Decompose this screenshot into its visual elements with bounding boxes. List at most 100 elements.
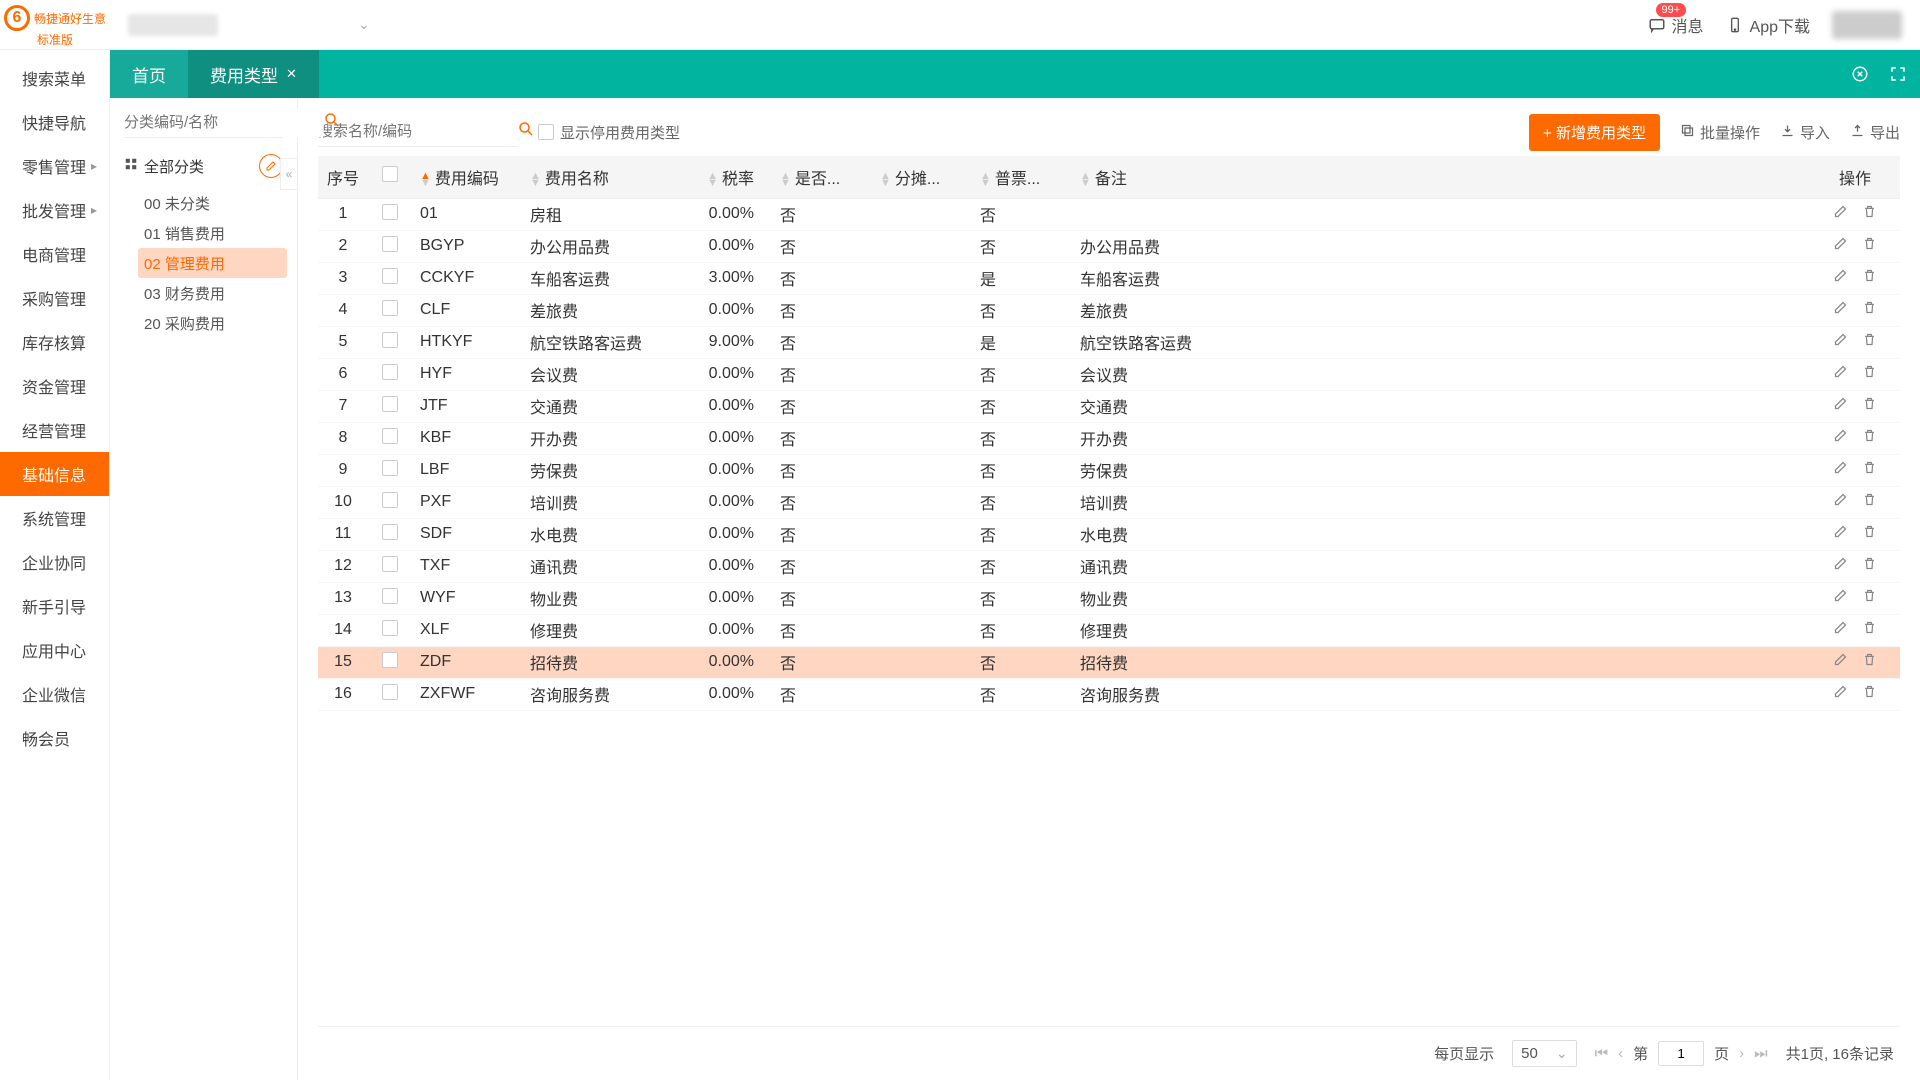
cell-checkbox[interactable] xyxy=(368,486,412,518)
table-row[interactable]: 6HYF会议费0.00%否否会议费 xyxy=(318,358,1900,390)
import-button[interactable]: 导入 xyxy=(1780,122,1830,143)
tab-close-all-button[interactable] xyxy=(1846,60,1874,88)
show-disabled-checkbox[interactable]: 显示停用费用类型 xyxy=(538,122,680,143)
sidebar-item[interactable]: 搜索菜单 xyxy=(0,56,109,100)
sidebar-item[interactable]: 资金管理 xyxy=(0,364,109,408)
cell-checkbox[interactable] xyxy=(368,262,412,294)
row-edit-button[interactable] xyxy=(1833,524,1848,544)
first-page-button[interactable]: ⏮ xyxy=(1595,1045,1609,1062)
search-icon[interactable] xyxy=(517,120,535,143)
row-delete-button[interactable] xyxy=(1862,268,1877,288)
page-input[interactable] xyxy=(1658,1041,1704,1066)
cell-checkbox[interactable] xyxy=(368,230,412,262)
sidebar-item[interactable]: 经营管理 xyxy=(0,408,109,452)
row-delete-button[interactable] xyxy=(1862,684,1877,704)
messages-button[interactable]: 99+ 消息 xyxy=(1648,13,1704,37)
cell-checkbox[interactable] xyxy=(368,582,412,614)
batch-action-button[interactable]: 批量操作 xyxy=(1680,122,1760,143)
row-delete-button[interactable] xyxy=(1862,204,1877,224)
table-row[interactable]: 15ZDF招待费0.00%否否招待费 xyxy=(318,646,1900,678)
table-row[interactable]: 16ZXFWF咨询服务费0.00%否否咨询服务费 xyxy=(318,678,1900,710)
th-remark[interactable]: ▲▼备注 xyxy=(1072,156,1810,198)
row-delete-button[interactable] xyxy=(1862,620,1877,640)
table-row[interactable]: 8KBF开办费0.00%否否开办费 xyxy=(318,422,1900,454)
th-name[interactable]: ▲▼费用名称 xyxy=(522,156,682,198)
cell-checkbox[interactable] xyxy=(368,678,412,710)
row-delete-button[interactable] xyxy=(1862,428,1877,448)
category-item[interactable]: 00 未分类 xyxy=(138,188,287,218)
add-fee-type-button[interactable]: + 新增费用类型 xyxy=(1529,114,1660,151)
table-search-input[interactable] xyxy=(318,117,517,146)
sidebar-item[interactable]: 基础信息 xyxy=(0,452,109,496)
company-selector[interactable]: ⌄ xyxy=(128,14,370,36)
sidebar-item[interactable]: 电商管理 xyxy=(0,232,109,276)
th-seq[interactable]: 序号 xyxy=(318,156,368,198)
category-search-input[interactable] xyxy=(124,108,323,137)
sidebar-item[interactable]: 零售管理▸ xyxy=(0,144,109,188)
prev-page-button[interactable]: ‹ xyxy=(1618,1045,1623,1062)
cell-checkbox[interactable] xyxy=(368,454,412,486)
cell-checkbox[interactable] xyxy=(368,358,412,390)
row-delete-button[interactable] xyxy=(1862,396,1877,416)
cell-checkbox[interactable] xyxy=(368,614,412,646)
row-delete-button[interactable] xyxy=(1862,556,1877,576)
sidebar-item[interactable]: 畅会员 xyxy=(0,716,109,760)
sidebar-item[interactable]: 企业微信 xyxy=(0,672,109,716)
table-row[interactable]: 3CCKYF车船客运费3.00%否是车船客运费 xyxy=(318,262,1900,294)
table-row[interactable]: 4CLF差旅费0.00%否否差旅费 xyxy=(318,294,1900,326)
cell-checkbox[interactable] xyxy=(368,326,412,358)
table-row[interactable]: 2BGYP办公用品费0.00%否否办公用品费 xyxy=(318,230,1900,262)
table-row[interactable]: 13WYF物业费0.00%否否物业费 xyxy=(318,582,1900,614)
row-delete-button[interactable] xyxy=(1862,524,1877,544)
row-edit-button[interactable] xyxy=(1833,236,1848,256)
sidebar-item[interactable]: 系统管理 xyxy=(0,496,109,540)
th-code[interactable]: ▲▼费用编码 xyxy=(412,156,522,198)
cell-checkbox[interactable] xyxy=(368,646,412,678)
row-delete-button[interactable] xyxy=(1862,236,1877,256)
row-edit-button[interactable] xyxy=(1833,460,1848,480)
row-edit-button[interactable] xyxy=(1833,300,1848,320)
row-edit-button[interactable] xyxy=(1833,364,1848,384)
fullscreen-button[interactable] xyxy=(1884,60,1912,88)
search-icon[interactable] xyxy=(323,111,341,134)
table-row[interactable]: 14XLF修理费0.00%否否修理费 xyxy=(318,614,1900,646)
category-all[interactable]: 全部分类 xyxy=(124,156,204,177)
app-download-button[interactable]: App下载 xyxy=(1726,13,1810,37)
th-yn2[interactable]: ▲▼分摊... xyxy=(872,156,972,198)
category-item[interactable]: 20 采购费用 xyxy=(138,308,287,338)
row-delete-button[interactable] xyxy=(1862,332,1877,352)
category-item[interactable]: 01 销售费用 xyxy=(138,218,287,248)
per-page-select[interactable]: 50 ⌄ xyxy=(1512,1040,1576,1067)
table-row[interactable]: 12TXF通讯费0.00%否否通讯费 xyxy=(318,550,1900,582)
user-avatar[interactable] xyxy=(1832,11,1902,39)
sidebar-item[interactable]: 应用中心 xyxy=(0,628,109,672)
collapse-panel-button[interactable]: « xyxy=(280,158,298,190)
next-page-button[interactable]: › xyxy=(1739,1045,1744,1062)
row-edit-button[interactable] xyxy=(1833,396,1848,416)
row-delete-button[interactable] xyxy=(1862,300,1877,320)
th-yn3[interactable]: ▲▼普票... xyxy=(972,156,1072,198)
table-row[interactable]: 9LBF劳保费0.00%否否劳保费 xyxy=(318,454,1900,486)
category-item[interactable]: 03 财务费用 xyxy=(138,278,287,308)
table-row[interactable]: 7JTF交通费0.00%否否交通费 xyxy=(318,390,1900,422)
cell-checkbox[interactable] xyxy=(368,550,412,582)
row-delete-button[interactable] xyxy=(1862,460,1877,480)
row-edit-button[interactable] xyxy=(1833,204,1848,224)
category-item[interactable]: 02 管理费用 xyxy=(138,248,287,278)
table-row[interactable]: 5HTKYF航空铁路客运费9.00%否是航空铁路客运费 xyxy=(318,326,1900,358)
cell-checkbox[interactable] xyxy=(368,422,412,454)
last-page-button[interactable]: ⏭ xyxy=(1754,1045,1768,1062)
row-delete-button[interactable] xyxy=(1862,652,1877,672)
row-edit-button[interactable] xyxy=(1833,492,1848,512)
table-row[interactable]: 10PXF培训费0.00%否否培训费 xyxy=(318,486,1900,518)
sidebar-item[interactable]: 批发管理▸ xyxy=(0,188,109,232)
row-edit-button[interactable] xyxy=(1833,620,1848,640)
tab-fee-type[interactable]: 费用类型 ✕ xyxy=(188,50,319,98)
table-row[interactable]: 11SDF水电费0.00%否否水电费 xyxy=(318,518,1900,550)
row-edit-button[interactable] xyxy=(1833,332,1848,352)
th-rate[interactable]: ▲▼税率 xyxy=(682,156,772,198)
sidebar-item[interactable]: 库存核算 xyxy=(0,320,109,364)
row-delete-button[interactable] xyxy=(1862,492,1877,512)
cell-checkbox[interactable] xyxy=(368,198,412,230)
row-delete-button[interactable] xyxy=(1862,364,1877,384)
